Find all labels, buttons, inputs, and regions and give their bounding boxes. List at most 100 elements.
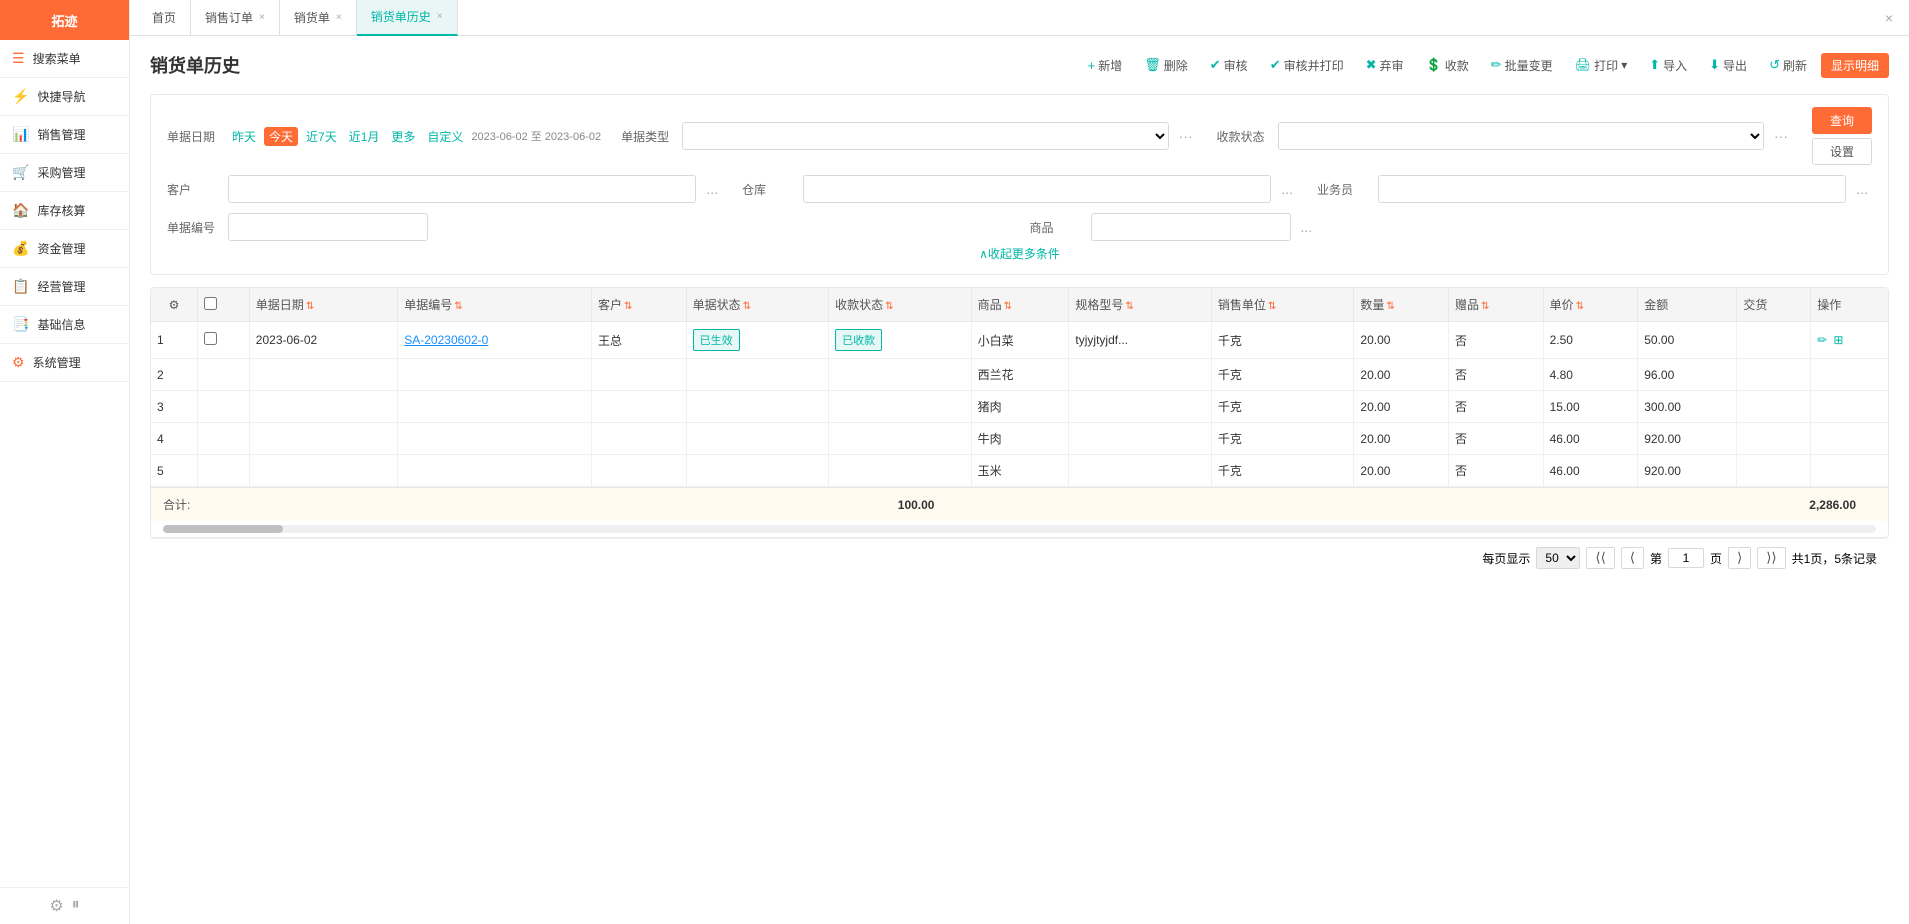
export-button[interactable]: ⬇ 导出 [1701,53,1755,78]
table-body: 1 2023-06-02 SA-20230602-0 王总 已生效 已收款 小白… [151,322,1888,487]
abandon-button[interactable]: ✖ 弃审 [1358,53,1412,78]
today-shortcut[interactable]: 今天 [264,127,298,146]
actions-column-header: 操作 [1811,288,1888,322]
toolbar: + 新增 🗑 删除 ✔ 审核 ✔ 审核并打印 ✖ 弃审 [1080,53,1889,78]
tab-sales-delivery[interactable]: 销货单 × [280,0,357,36]
sort-icon: ⇅ [624,301,632,312]
qty-column-header[interactable]: 数量⇅ [1354,288,1449,322]
sidebar-item-label: 销售管理 [37,126,85,143]
last-page-button[interactable]: ⟩⟩ [1757,547,1785,569]
gift-column-header[interactable]: 赠品⇅ [1449,288,1544,322]
payment-status-column-header[interactable]: 收款状态⇅ [829,288,972,322]
sidebar-item-basic-info[interactable]: 📑 基础信息 [0,306,129,344]
delete-icon: 🗑 [1144,57,1161,73]
print-button[interactable]: 🖨 打印 ▾ [1567,53,1636,78]
tab-home[interactable]: 首页 [138,0,191,36]
doc-type-select[interactable] [682,122,1168,150]
yesterday-shortcut[interactable]: 昨天 [228,127,260,146]
sidebar-collapse-icon[interactable]: ⏸ [72,896,80,916]
next-page-button[interactable]: ⟩ [1728,547,1751,569]
doc-date-column-header[interactable]: 单据日期⇅ [249,288,397,322]
customer-input[interactable] [228,175,696,203]
first-page-button[interactable]: ⟨⟨ [1586,547,1614,569]
amount-cell: 300.00 [1638,391,1737,423]
doc-no-input[interactable] [228,213,428,241]
search-menu-icon: ☰ [12,50,25,67]
per-page-select[interactable]: 50 [1536,547,1580,569]
unit-column-header[interactable]: 销售单位⇅ [1211,288,1354,322]
spec-model-column-header[interactable]: 规格型号⇅ [1069,288,1212,322]
doc-type-dots[interactable]: ··· [1175,126,1197,146]
import-button[interactable]: ⬆ 导入 [1641,53,1695,78]
payment-status-select[interactable] [1278,122,1764,150]
date-filter-group: 单据日期 昨天 今天 近7天 近1月 更多 自定义 2023-06-02 至 2… [167,127,601,146]
sidebar-item-sales-mgmt[interactable]: 📊 销售管理 [0,116,129,154]
doc-no-link[interactable]: SA-20230602-0 [404,333,488,347]
audit-icon: ✔ [1210,57,1221,73]
audit-print-icon: ✔ [1270,57,1281,73]
trade-cell [1737,359,1811,391]
prev-page-button[interactable]: ⟨ [1621,547,1644,569]
qty-cell: 20.00 [1354,423,1449,455]
tab-close-icon[interactable]: × [437,11,443,22]
warehouse-input[interactable] [803,175,1271,203]
custom-shortcut[interactable]: 自定义 [423,127,467,146]
gear-column-header[interactable]: ⚙ [151,288,197,322]
tab-close-icon[interactable]: × [259,12,265,23]
horizontal-scrollbar[interactable] [151,521,1888,537]
select-all-checkbox[interactable] [204,297,217,310]
warehouse-dots[interactable]: ... [1277,179,1297,199]
purchase-icon: 🛒 [12,164,29,181]
sidebar-item-quick-nav[interactable]: ⚡ 快捷导航 [0,78,129,116]
collapse-button[interactable]: ∧ 收起更多条件 [167,245,1872,262]
audit-print-button[interactable]: ✔ 审核并打印 [1262,53,1352,78]
sidebar-item-label: 采购管理 [37,164,85,181]
salesperson-input[interactable] [1378,175,1846,203]
sidebar-item-purchase-mgmt[interactable]: 🛒 采购管理 [0,154,129,192]
last1month-shortcut[interactable]: 近1月 [345,127,384,146]
row-num-cell: 2 [151,359,197,391]
delete-button[interactable]: 🗑 删除 [1136,53,1196,78]
date-shortcuts: 昨天 今天 近7天 近1月 更多 自定义 2023-06-02 至 2023-0… [228,127,601,146]
sidebar-item-system-mgmt[interactable]: ⚙ 系统管理 [0,344,129,382]
payment-status-dots[interactable]: ··· [1770,126,1792,146]
tab-sales-order[interactable]: 销售订单 × [191,0,280,36]
audit-button[interactable]: ✔ 审核 [1202,53,1256,78]
query-button[interactable]: 查询 [1812,107,1872,134]
customer-dots[interactable]: ... [702,179,722,199]
product-input[interactable] [1091,213,1291,241]
batch-change-button[interactable]: ✏ 批量变更 [1483,53,1561,78]
scroll-thumb[interactable] [163,525,283,533]
more-shortcut[interactable]: 更多 [387,127,419,146]
batch-change-icon: ✏ [1491,57,1502,73]
doc-no-column-header[interactable]: 单据编号⇅ [398,288,592,322]
last7days-shortcut[interactable]: 近7天 [302,127,341,146]
edit-action-button[interactable]: ✏ [1817,333,1827,347]
sidebar-item-inventory[interactable]: 🏠 库存核算 [0,192,129,230]
tab-sales-history[interactable]: 销货单历史 × [357,0,458,36]
qty-cell: 20.00 [1354,322,1449,359]
main-area: 首页 销售订单 × 销货单 × 销货单历史 × × 销货单历史 + 新增 🗑 [130,0,1909,924]
sidebar-item-operations-mgmt[interactable]: 📋 经营管理 [0,268,129,306]
salesperson-dots[interactable]: ... [1852,179,1872,199]
tab-close-icon[interactable]: × [336,12,342,23]
new-button[interactable]: + 新增 [1080,53,1131,78]
unit-price-column-header[interactable]: 单价⇅ [1543,288,1638,322]
page-number-input[interactable] [1668,548,1704,568]
sidebar-item-finance-mgmt[interactable]: 💰 资金管理 [0,230,129,268]
setting-button[interactable]: 设置 [1812,138,1872,165]
sidebar-item-search-menu[interactable]: ☰ 搜索菜单 [0,40,129,78]
page-header: 销货单历史 + 新增 🗑 删除 ✔ 审核 ✔ 审核并打印 [150,52,1889,78]
customer-column-header[interactable]: 客户⇅ [591,288,686,322]
row-checkbox[interactable] [204,332,217,345]
tabs-close-all-icon[interactable]: × [1877,10,1901,26]
refresh-button[interactable]: ↺ 刷新 [1761,53,1815,78]
product-column-header[interactable]: 商品⇅ [971,288,1069,322]
show-detail-button[interactable]: 显示明细 [1821,53,1889,78]
more-action-button[interactable]: ⊞ [1833,333,1843,347]
unit-cell: 千克 [1211,391,1354,423]
product-dots[interactable]: ... [1297,217,1317,237]
collect-button[interactable]: 💲 收款 [1418,53,1477,78]
doc-status-column-header[interactable]: 单据状态⇅ [686,288,829,322]
sidebar-settings-icon[interactable]: ⚙ [49,896,63,916]
